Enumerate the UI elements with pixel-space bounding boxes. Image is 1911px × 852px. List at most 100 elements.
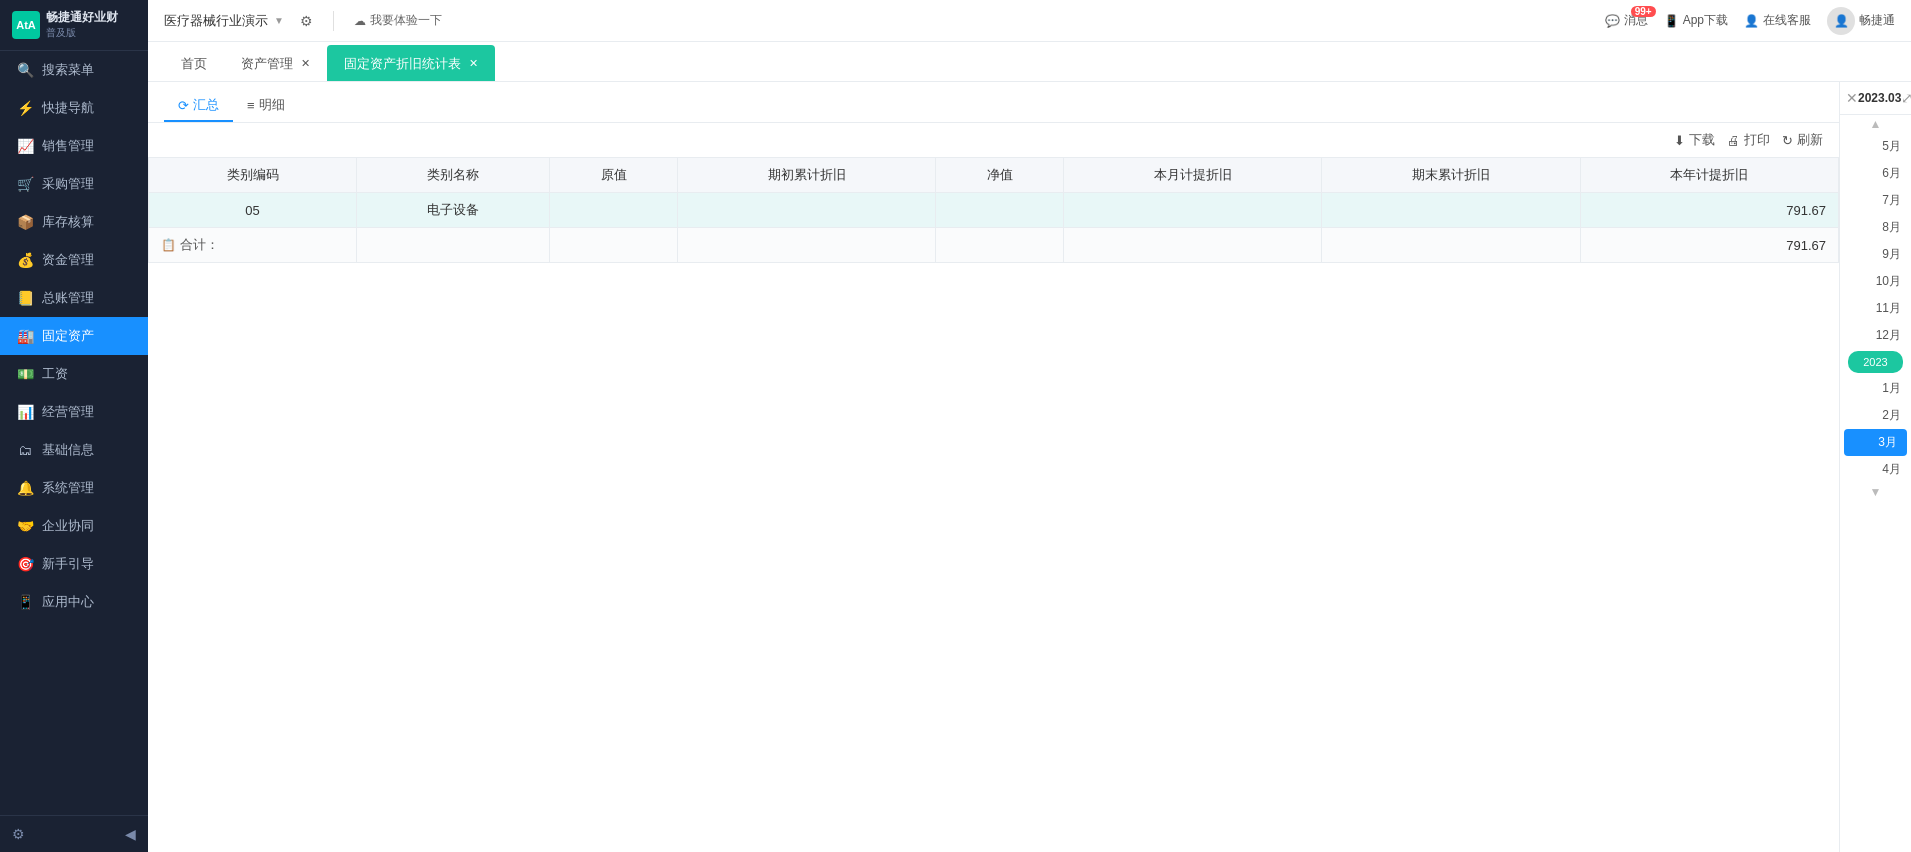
online-service-action[interactable]: 👤 在线客服	[1744, 12, 1811, 29]
sidebar-item-label: 基础信息	[42, 441, 94, 459]
subtab-summary[interactable]: ⟳ 汇总	[164, 90, 233, 122]
sidebar-item-purchase[interactable]: 🛒 采购管理	[0, 165, 148, 203]
sidebar-item-system[interactable]: 🔔 系统管理	[0, 469, 148, 507]
sidebar-item-label: 系统管理	[42, 479, 94, 497]
experience-button[interactable]: ☁ 我要体验一下	[354, 12, 442, 29]
month-3-active[interactable]: 3月	[1844, 429, 1907, 456]
refresh-label: 刷新	[1797, 131, 1823, 149]
company-name: 医疗器械行业演示	[164, 12, 268, 30]
col-accum-dep: 期初累计折旧	[678, 158, 936, 193]
sidebar-item-label: 快捷导航	[42, 99, 94, 117]
tab-assets-label: 资产管理	[241, 55, 293, 73]
sidebar-item-ledger[interactable]: 📒 总账管理	[0, 279, 148, 317]
collapse-icon[interactable]: ◀	[125, 826, 136, 842]
tab-assets-close[interactable]: ✕	[301, 57, 310, 70]
month-10[interactable]: 10月	[1840, 268, 1911, 295]
row-original	[550, 193, 678, 228]
company-dropdown-arrow: ▼	[274, 15, 284, 26]
sidebar-logo: AtA 畅捷通好业财 普及版	[0, 0, 148, 51]
col-year-dep: 本年计提折旧	[1580, 158, 1838, 193]
row-year-dep: 791.67	[1580, 193, 1838, 228]
month-4[interactable]: 4月	[1840, 456, 1911, 483]
header-right: 💬 消息 99+ 📱 App下载 👤 在线客服 👤 畅捷通	[1605, 7, 1895, 35]
month-9[interactable]: 9月	[1840, 241, 1911, 268]
app-edition: 普及版	[46, 26, 118, 40]
sub-tabs: ⟳ 汇总 ≡ 明细	[148, 82, 1839, 123]
download-toolbar-icon: ⬇	[1674, 133, 1685, 148]
col-month-dep: 本月计提折旧	[1064, 158, 1322, 193]
header-settings-icon[interactable]: ⚙	[300, 13, 313, 29]
app-download-action[interactable]: 📱 App下载	[1664, 12, 1728, 29]
sidebar-item-appcenter[interactable]: 📱 应用中心	[0, 583, 148, 621]
row-accum-dep	[678, 193, 936, 228]
depreciation-table: 类别编码 类别名称 原值 期初累计折旧 净值 本月计提折旧 期末累计折旧 本年计…	[148, 157, 1839, 263]
right-panel-expand-icon[interactable]: ⤢	[1901, 90, 1911, 106]
col-net-value: 净值	[936, 158, 1064, 193]
experience-icon: ☁	[354, 14, 366, 28]
sidebar-item-label: 新手引导	[42, 555, 94, 573]
sidebar-item-enterprise[interactable]: 🤝 企业协同	[0, 507, 148, 545]
sidebar-item-label: 固定资产	[42, 327, 94, 345]
tab-depreciation-close[interactable]: ✕	[469, 57, 478, 70]
sidebar-item-fixed[interactable]: 🏭 固定资产	[0, 317, 148, 355]
total-original	[550, 228, 678, 263]
download-button[interactable]: ⬇ 下载	[1674, 131, 1715, 149]
sidebar-item-label: 搜索菜单	[42, 61, 94, 79]
settings-footer-icon[interactable]: ⚙	[12, 826, 25, 842]
scroll-up-button[interactable]: ▲	[1840, 115, 1911, 133]
sidebar-item-guide[interactable]: 🎯 新手引导	[0, 545, 148, 583]
tab-home[interactable]: 首页	[164, 45, 224, 81]
month-6[interactable]: 6月	[1840, 160, 1911, 187]
total-accum-dep	[678, 228, 936, 263]
sidebar-item-basics[interactable]: 🗂 基础信息	[0, 431, 148, 469]
sidebar-item-label: 企业协同	[42, 517, 94, 535]
app-download-label: App下载	[1683, 12, 1728, 29]
date-scroll[interactable]: ▲ 5月 6月 7月 8月 9月 10月 11月 12月 2023 1月 2月 …	[1840, 115, 1911, 852]
tab-assets[interactable]: 资产管理 ✕	[224, 45, 327, 81]
right-panel-close-icon[interactable]: ✕	[1846, 90, 1858, 106]
message-icon: 💬	[1605, 14, 1620, 28]
enterprise-icon: 🤝	[16, 518, 34, 534]
month-5[interactable]: 5月	[1840, 133, 1911, 160]
print-button[interactable]: 🖨 打印	[1727, 131, 1770, 149]
top-header: 医疗器械行业演示 ▼ ⚙ ☁ 我要体验一下 💬 消息 99+ 📱 App下载 👤…	[148, 0, 1911, 42]
operations-icon: 📊	[16, 404, 34, 420]
month-2[interactable]: 2月	[1840, 402, 1911, 429]
sidebar-item-label: 经营管理	[42, 403, 94, 421]
refresh-button[interactable]: ↻ 刷新	[1782, 131, 1823, 149]
table-toolbar: ⬇ 下载 🖨 打印 ↻ 刷新	[148, 123, 1839, 157]
row-period-accum	[1322, 193, 1580, 228]
sidebar-item-finance[interactable]: 💰 资金管理	[0, 241, 148, 279]
subtab-detail[interactable]: ≡ 明细	[233, 90, 299, 122]
user-action[interactable]: 👤 畅捷通	[1827, 7, 1895, 35]
month-12[interactable]: 12月	[1840, 322, 1911, 349]
month-8[interactable]: 8月	[1840, 214, 1911, 241]
sidebar-item-inventory[interactable]: 📦 库存核算	[0, 203, 148, 241]
month-7[interactable]: 7月	[1840, 187, 1911, 214]
company-selector[interactable]: 医疗器械行业演示 ▼	[164, 12, 284, 30]
tab-depreciation[interactable]: 固定资产折旧统计表 ✕	[327, 45, 495, 81]
sidebar-item-sales[interactable]: 📈 销售管理	[0, 127, 148, 165]
sidebar-item-quicknav[interactable]: ⚡ 快捷导航	[0, 89, 148, 127]
logo-text: 畅捷通好业财 普及版	[46, 10, 118, 40]
sidebar-item-label: 资金管理	[42, 251, 94, 269]
content-area: ⟳ 汇总 ≡ 明细 ⬇ 下载 🖨 打印 ↻	[148, 82, 1839, 852]
sidebar-item-search[interactable]: 🔍 搜索菜单	[0, 51, 148, 89]
subtab-detail-label: 明细	[259, 96, 285, 114]
scroll-down-button[interactable]: ▼	[1840, 483, 1911, 501]
sales-icon: 📈	[16, 138, 34, 154]
total-row: 📋 合计： 791.67	[149, 228, 1839, 263]
month-11[interactable]: 11月	[1840, 295, 1911, 322]
row-code: 05	[149, 193, 357, 228]
table-wrapper: 类别编码 类别名称 原值 期初累计折旧 净值 本月计提折旧 期末累计折旧 本年计…	[148, 157, 1839, 852]
summary-icon: ⟳	[178, 98, 189, 113]
message-action[interactable]: 💬 消息 99+	[1605, 12, 1648, 29]
header-divider	[333, 11, 334, 31]
sidebar-item-operations[interactable]: 📊 经营管理	[0, 393, 148, 431]
tabs-bar: 首页 资产管理 ✕ 固定资产折旧统计表 ✕	[148, 42, 1911, 82]
search-icon: 🔍	[16, 62, 34, 78]
year-badge: 2023	[1848, 351, 1903, 373]
sidebar-item-salary[interactable]: 💵 工资	[0, 355, 148, 393]
online-service-label: 在线客服	[1763, 12, 1811, 29]
month-1[interactable]: 1月	[1840, 375, 1911, 402]
